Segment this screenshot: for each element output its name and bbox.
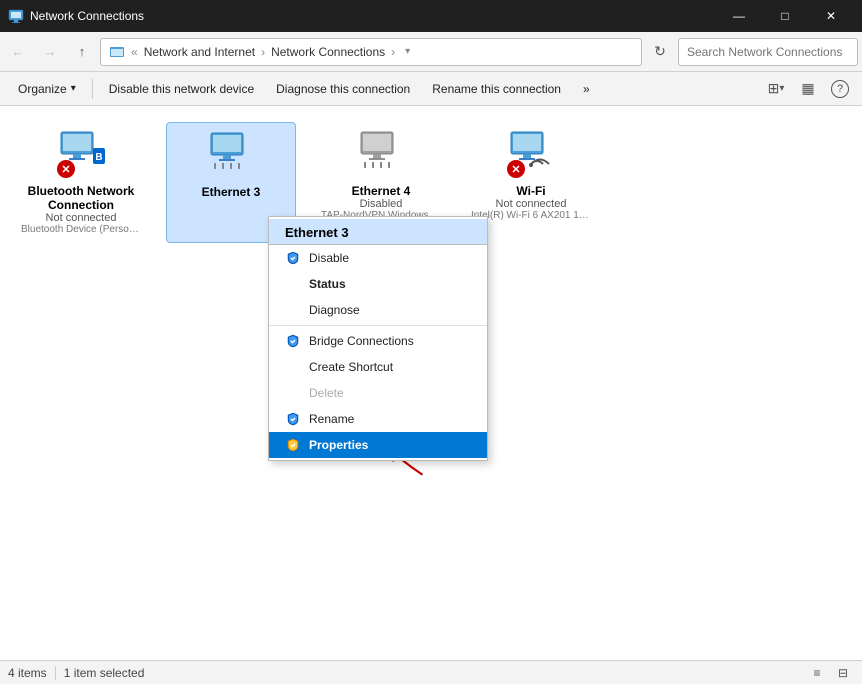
ctx-item-bridge[interactable]: Bridge Connections	[269, 328, 487, 354]
path-icon	[109, 44, 125, 60]
ctx-item-status[interactable]: Status	[269, 271, 487, 297]
ethernet3-icon-container	[207, 131, 255, 179]
path-separator-1: ›	[261, 45, 265, 59]
wifi-name: Wi-Fi	[516, 184, 545, 198]
toolbar-separator-1	[92, 79, 93, 99]
organize-label: Organize	[18, 82, 67, 96]
status-separator-1	[55, 666, 56, 680]
window-title: Network Connections	[30, 9, 710, 23]
status-bar: 4 items 1 item selected ≡ ⊟	[0, 660, 862, 684]
more-icon: »	[583, 82, 590, 96]
rename-icon	[285, 411, 301, 427]
ctx-status-label: Status	[309, 277, 346, 291]
layout-icon: ▦	[801, 80, 814, 97]
view-options-icon: ⊞	[768, 80, 780, 97]
ctx-item-diagnose[interactable]: Diagnose	[269, 297, 487, 323]
wifi-status: Not connected	[496, 198, 567, 210]
ctx-bridge-label: Bridge Connections	[309, 334, 414, 348]
shortcut-icon-placeholder	[285, 359, 301, 375]
path-segment-connections[interactable]: Network Connections	[271, 45, 385, 59]
address-bar: ← → ↑ « Network and Internet › Network C…	[0, 32, 862, 72]
ethernet3-name: Ethernet 3	[202, 185, 261, 199]
ctx-delete-label: Delete	[309, 386, 344, 400]
view-arrow-icon: ▾	[779, 83, 784, 94]
ctx-disable-label: Disable	[309, 251, 349, 265]
connection-bluetooth[interactable]: B ✕ Bluetooth Network Connection Not con…	[16, 122, 146, 243]
ctx-properties-label: Properties	[309, 438, 368, 452]
rename-label: Rename this connection	[432, 82, 561, 96]
status-view2-button[interactable]: ⊟	[832, 662, 854, 684]
diagnose-icon-placeholder	[285, 302, 301, 318]
bluetooth-device: Bluetooth Device (Personal Area ...	[21, 224, 141, 235]
bluetooth-name: Bluetooth Network Connection	[24, 184, 138, 212]
ethernet4-name: Ethernet 4	[352, 184, 411, 198]
bluetooth-error-badge: ✕	[57, 160, 75, 178]
wifi-error-badge: ✕	[507, 160, 525, 178]
selected-count: 1 item selected	[64, 666, 145, 680]
ctx-item-rename[interactable]: Rename	[269, 406, 487, 432]
organize-button[interactable]: Organize ▾	[8, 75, 86, 103]
minimize-button[interactable]: —	[716, 0, 762, 32]
status-view1-button[interactable]: ≡	[806, 662, 828, 684]
ctx-item-properties[interactable]: Properties	[269, 432, 487, 458]
toolbar: Organize ▾ Disable this network device D…	[0, 72, 862, 106]
forward-button[interactable]: →	[36, 38, 64, 66]
status-icon-placeholder	[285, 276, 301, 292]
help-button[interactable]: ?	[826, 75, 854, 103]
refresh-button[interactable]: ↻	[646, 38, 674, 66]
window-controls: — □ ✕	[716, 0, 854, 32]
ctx-item-delete: Delete	[269, 380, 487, 406]
item-count: 4 items	[8, 666, 47, 680]
status-view1-icon: ≡	[813, 666, 820, 680]
bluetooth-status: Not connected	[46, 212, 117, 224]
ethernet4-icon-container	[357, 130, 405, 178]
path-segment-network[interactable]: Network and Internet	[144, 45, 255, 59]
context-menu: Ethernet 3 Disable Status Diagnose	[268, 216, 488, 461]
wifi-icon-container: ✕	[507, 130, 555, 178]
ctx-item-disable[interactable]: Disable	[269, 245, 487, 271]
ctx-diagnose-label: Diagnose	[309, 303, 360, 317]
status-bar-icons: ≡ ⊟	[806, 662, 854, 684]
ethernet4-status: Disabled	[360, 198, 403, 210]
view-options-button[interactable]: ⊞ ▾	[762, 75, 790, 103]
search-input[interactable]	[678, 38, 858, 66]
disable-icon	[285, 250, 301, 266]
main-content: B ✕ Bluetooth Network Connection Not con…	[0, 106, 862, 660]
bluetooth-icon-container: B ✕	[57, 130, 105, 178]
maximize-button[interactable]: □	[762, 0, 808, 32]
path-expand-arrow[interactable]: ▾	[405, 46, 410, 57]
ethernet3-adapter-icon	[207, 131, 255, 171]
disable-network-label: Disable this network device	[109, 82, 254, 96]
up-button[interactable]: ↑	[68, 38, 96, 66]
ctx-rename-label: Rename	[309, 412, 354, 426]
ctx-item-shortcut[interactable]: Create Shortcut	[269, 354, 487, 380]
ctx-shortcut-label: Create Shortcut	[309, 360, 393, 374]
disable-network-button[interactable]: Disable this network device	[99, 75, 264, 103]
organize-arrow-icon: ▾	[71, 83, 76, 94]
title-bar: Network Connections — □ ✕	[0, 0, 862, 32]
diagnose-label: Diagnose this connection	[276, 82, 410, 96]
help-icon: ?	[831, 80, 849, 98]
close-button[interactable]: ✕	[808, 0, 854, 32]
properties-icon	[285, 437, 301, 453]
path-breadcrumb-prefix: «	[131, 45, 138, 59]
ethernet4-adapter-icon	[357, 130, 405, 170]
wifi-device: Intel(R) Wi-Fi 6 AX201 160MHz	[471, 210, 591, 221]
layout-button[interactable]: ▦	[794, 75, 822, 103]
diagnose-button[interactable]: Diagnose this connection	[266, 75, 420, 103]
rename-button[interactable]: Rename this connection	[422, 75, 571, 103]
path-separator-2: ›	[391, 45, 395, 59]
status-view2-icon: ⊟	[838, 666, 848, 680]
delete-icon-placeholder	[285, 385, 301, 401]
toolbar-right: ⊞ ▾ ▦ ?	[762, 75, 854, 103]
svg-text:B: B	[95, 152, 102, 163]
back-button[interactable]: ←	[4, 38, 32, 66]
bridge-icon	[285, 333, 301, 349]
app-icon	[8, 8, 24, 24]
address-path[interactable]: « Network and Internet › Network Connect…	[100, 38, 642, 66]
ctx-separator-1	[269, 325, 487, 326]
more-options-button[interactable]: »	[573, 75, 600, 103]
context-menu-header: Ethernet 3	[269, 219, 487, 245]
